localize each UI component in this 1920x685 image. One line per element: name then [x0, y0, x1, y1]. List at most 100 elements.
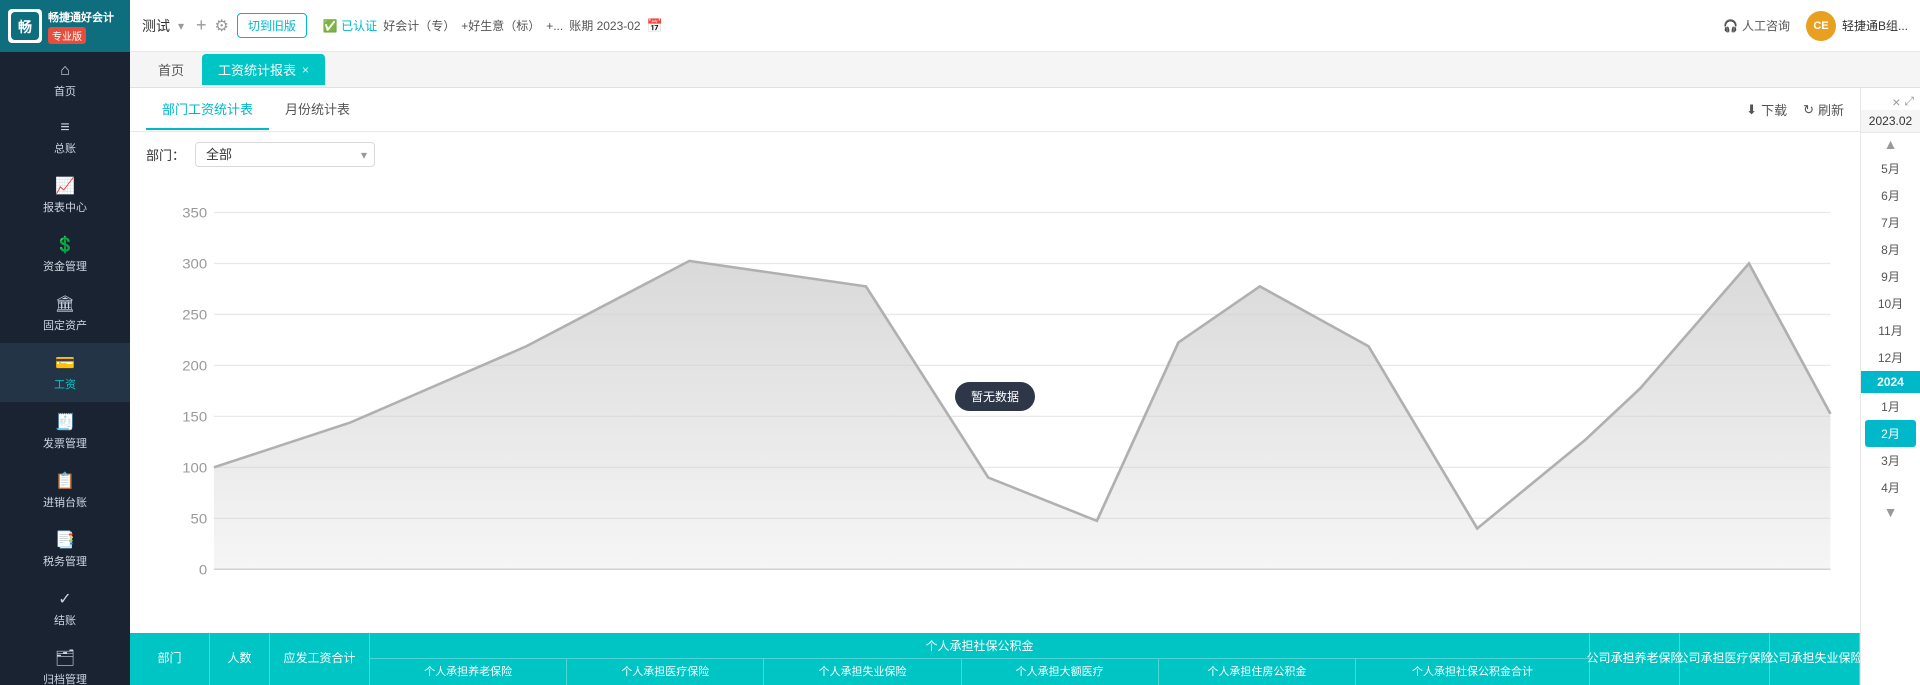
sidebar-item-invoice[interactable]: 🧾 发票管理	[0, 402, 130, 461]
panel-month-6[interactable]: 6月	[1861, 182, 1920, 209]
sidebar-item-ledger[interactable]: ≡ 总账	[0, 109, 130, 166]
sub-tab-monthly[interactable]: 月份统计表	[269, 89, 366, 130]
svg-text:300: 300	[182, 257, 207, 272]
sidebar-item-home[interactable]: ⌂ 首页	[0, 52, 130, 109]
sidebar-item-fund[interactable]: 💲 资金管理	[0, 225, 130, 284]
help-button[interactable]: 🎧 人工咨询	[1723, 17, 1790, 34]
panel-month-5[interactable]: 5月	[1861, 155, 1920, 182]
sub-tabs-actions: ⬇ 下载 ↻ 刷新	[1746, 100, 1844, 119]
svg-text:150: 150	[182, 410, 207, 425]
panel-year-2024[interactable]: 2024	[1861, 371, 1920, 393]
svg-text:0: 0	[199, 563, 207, 578]
sidebar: 畅 畅捷通好会计 专业版 ⌂ 首页 ≡ 总账 📈 报表中心 💲 资金管理 🏛 固…	[0, 0, 130, 685]
panel-month-4[interactable]: 4月	[1861, 474, 1920, 501]
sidebar-item-salary[interactable]: 💳 工资	[0, 343, 130, 402]
chart-svg: 350 300 250 200 150 100 50 0	[146, 187, 1844, 633]
panel-month-9[interactable]: 9月	[1861, 263, 1920, 290]
panel-actions: × ⤢	[1861, 88, 1920, 110]
tab-bar: 首页 工资统计报表 ×	[130, 52, 1920, 88]
panel-month-12[interactable]: 12月	[1861, 344, 1920, 371]
fund-icon: 💲	[55, 235, 75, 255]
dept-filter[interactable]: 全部 部门1 部门2	[195, 142, 375, 167]
sidebar-label-archive: 归档管理	[43, 671, 87, 685]
sub-tabs-left: 部门工资统计表 月份统计表	[146, 89, 366, 130]
sub-tabs: 部门工资统计表 月份统计表 ⬇ 下载 ↻ 刷新	[130, 88, 1860, 132]
right-date-panel: × ⤢ 2023.02 ▲ 5月 6月 7月 8月 9月 10月 11月 12月…	[1860, 88, 1920, 685]
th-personal-total: 个人承担社保公积金合计	[1356, 659, 1589, 685]
panel-month-11[interactable]: 11月	[1861, 317, 1920, 344]
panel-month-1[interactable]: 1月	[1861, 393, 1920, 420]
sidebar-label-ledger: 总账	[54, 140, 76, 156]
company-dropdown-arrow[interactable]: ▾	[178, 19, 184, 33]
add-button[interactable]: +	[196, 15, 207, 36]
sidebar-item-settle[interactable]: ✓ 结账	[0, 579, 130, 638]
sidebar-label-settle: 结账	[54, 612, 76, 628]
th-personal-unemployment: 个人承担失业保险	[764, 659, 961, 685]
sidebar-label-asset: 固定资产	[43, 317, 87, 333]
sidebar-logo: 畅 畅捷通好会计 专业版	[0, 0, 130, 52]
invoice-icon: 🧾	[55, 412, 75, 432]
th-group-cells: 个人承担养老保险 个人承担医疗保险 个人承担失业保险 个人承担大额医疗 个人承担	[370, 659, 1589, 685]
tab-home[interactable]: 首页	[142, 54, 200, 85]
user-menu[interactable]: CE 轻捷通B组...	[1806, 11, 1908, 41]
calendar-icon[interactable]: 📅	[647, 18, 663, 34]
sidebar-item-tax[interactable]: 📑 税务管理	[0, 520, 130, 579]
svg-text:200: 200	[182, 359, 207, 374]
tab-close-icon[interactable]: ×	[302, 63, 309, 77]
panel-expand-button[interactable]: ⤢	[1904, 94, 1914, 110]
th-personal-pension: 个人承担养老保险	[370, 659, 567, 685]
sidebar-label-salary: 工资	[54, 376, 76, 392]
product-badge: 好会计（专）	[383, 17, 455, 34]
th-dept: 部门	[130, 633, 210, 685]
th-count: 人数	[210, 633, 270, 685]
main-area: 测试 ▾ + ⚙ 切到旧版 ✅ 已认证 好会计（专） +好生意（标） +... …	[130, 0, 1920, 685]
user-name: 轻捷通B组...	[1842, 17, 1908, 34]
sidebar-label-purchase: 进销台账	[43, 494, 87, 510]
filter-bar: 部门： 全部 部门1 部门2	[130, 132, 1860, 177]
panel-month-8[interactable]: 8月	[1861, 236, 1920, 263]
settle-icon: ✓	[58, 589, 71, 609]
th-personal-major-medical: 个人承担大额医疗	[962, 659, 1159, 685]
th-group-personal: 个人承担社保公积金 个人承担养老保险 个人承担医疗保险 个人承担失业保险 个人承…	[370, 633, 1590, 685]
switch-version-button[interactable]: 切到旧版	[237, 13, 307, 38]
th-personal-housing-fund: 个人承担住房公积金	[1159, 659, 1356, 685]
logo-text: 畅捷通好会计 专业版	[48, 9, 114, 44]
archive-icon: 🗂	[55, 648, 75, 668]
sidebar-item-archive[interactable]: 🗂 归档管理	[0, 638, 130, 685]
download-icon: ⬇	[1746, 102, 1757, 118]
tax-icon: 📑	[55, 530, 75, 550]
sidebar-item-purchase[interactable]: 📋 进销台账	[0, 461, 130, 520]
th-total-salary: 应发工资合计	[270, 633, 370, 685]
sidebar-label-fund: 资金管理	[43, 258, 87, 274]
svg-text:250: 250	[182, 308, 207, 323]
panel-month-10[interactable]: 10月	[1861, 290, 1920, 317]
sidebar-item-asset[interactable]: 🏛 固定资产	[0, 284, 130, 343]
download-button[interactable]: ⬇ 下载	[1746, 100, 1787, 119]
th-company-pension: 公司承担养老保险	[1590, 633, 1680, 685]
panel-prev-year[interactable]: ▲	[1861, 133, 1920, 155]
settings-button[interactable]: ⚙	[215, 16, 229, 36]
sidebar-label-home: 首页	[54, 83, 76, 99]
purchase-icon: 📋	[55, 471, 75, 491]
panel-close-button[interactable]: ×	[1892, 94, 1900, 110]
panel-month-7[interactable]: 7月	[1861, 209, 1920, 236]
status-bar: ✅ 已认证 好会计（专） +好生意（标） +... 账期 2023-02 📅	[323, 17, 663, 34]
panel-next-year[interactable]: ▼	[1861, 501, 1920, 523]
refresh-button[interactable]: ↻ 刷新	[1803, 100, 1844, 119]
sidebar-item-report[interactable]: 📈 报表中心	[0, 166, 130, 225]
panel-month-2-active[interactable]: 2月	[1865, 420, 1916, 447]
content-area: 部门工资统计表 月份统计表 ⬇ 下载 ↻ 刷新	[130, 88, 1920, 685]
sidebar-label-tax: 税务管理	[43, 553, 87, 569]
content-main: 部门工资统计表 月份统计表 ⬇ 下载 ↻ 刷新	[130, 88, 1860, 685]
report-icon: 📈	[55, 176, 75, 196]
th-group-title: 个人承担社保公积金	[370, 633, 1589, 659]
sidebar-label-invoice: 发票管理	[43, 435, 87, 451]
panel-month-3[interactable]: 3月	[1861, 447, 1920, 474]
table-header: 部门 人数 应发工资合计 个人承担社保公积金 个人承担养老保险	[130, 633, 1860, 685]
refresh-icon: ↻	[1803, 102, 1814, 118]
th-company-medical: 公司承担医疗保险	[1680, 633, 1770, 685]
sub-tab-dept[interactable]: 部门工资统计表	[146, 89, 269, 130]
logo-icon: 畅	[8, 9, 42, 43]
avatar: CE	[1806, 11, 1836, 41]
tab-salary-report[interactable]: 工资统计报表 ×	[202, 54, 325, 85]
